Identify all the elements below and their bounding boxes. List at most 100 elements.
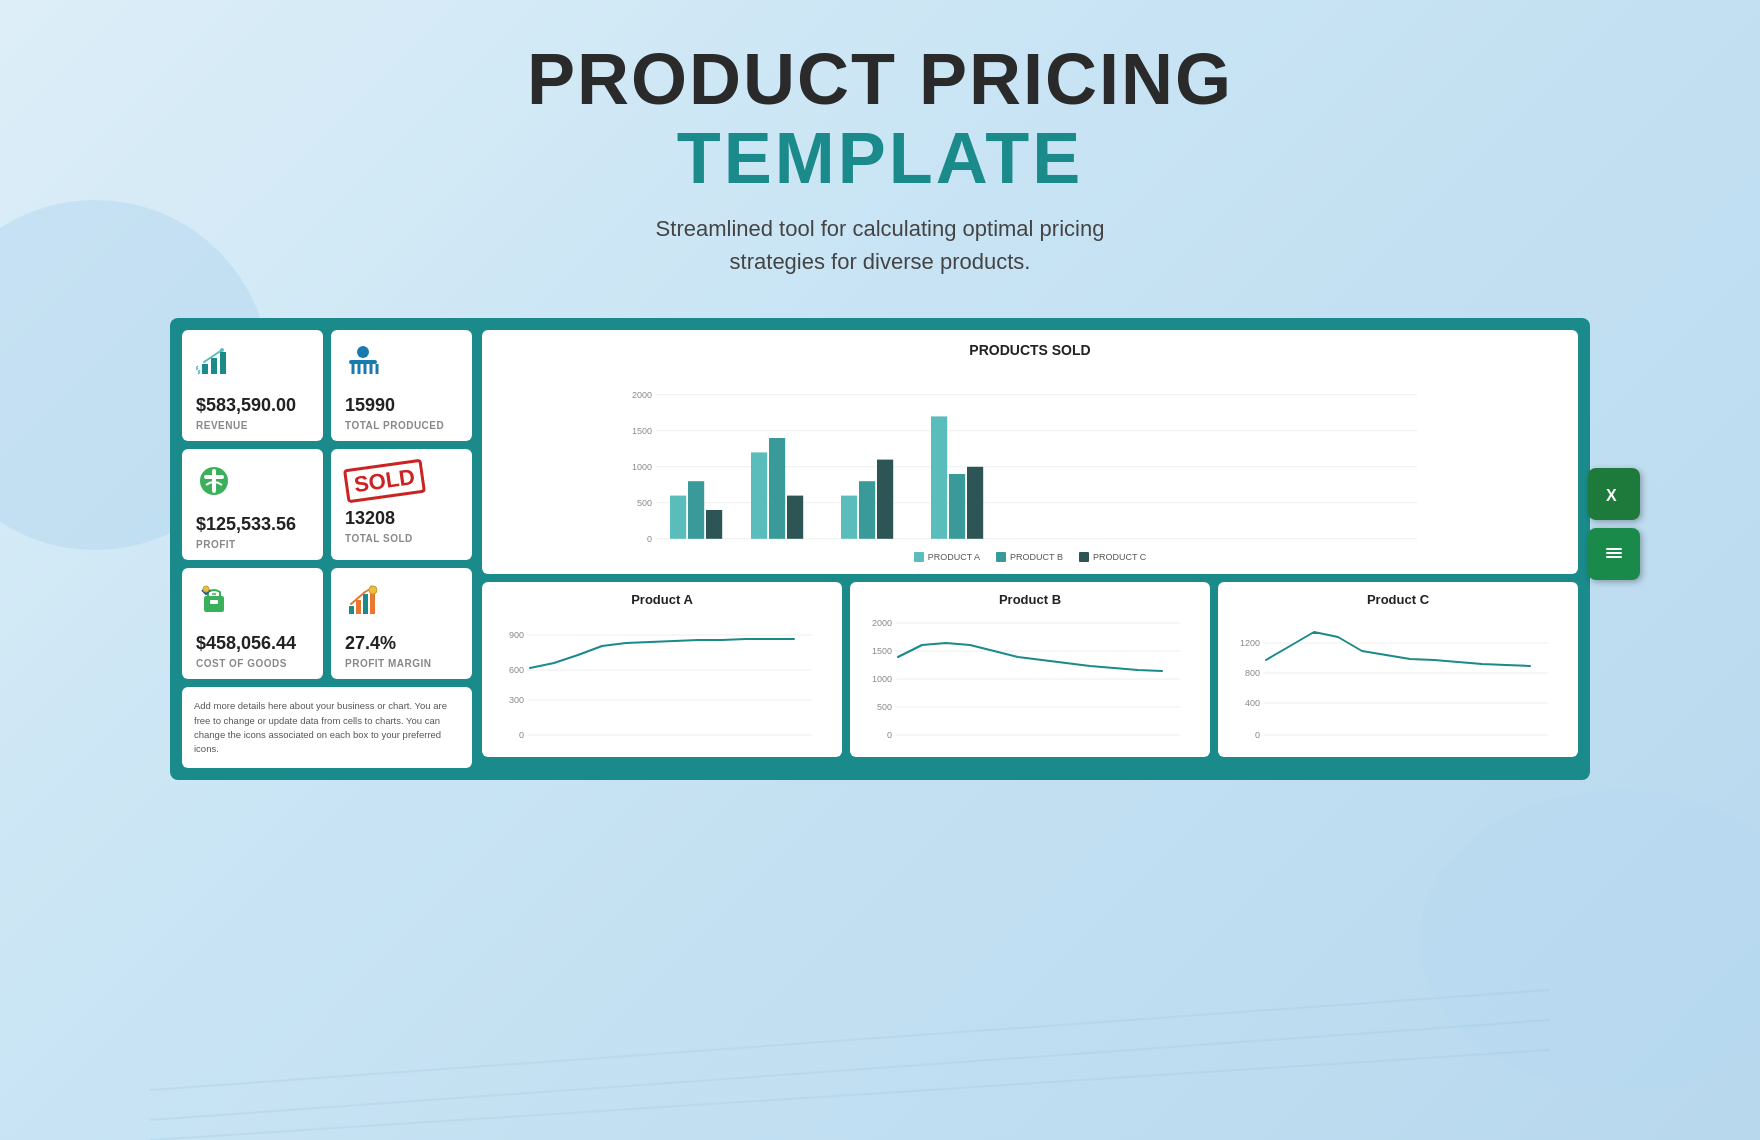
title-section: PRODUCT PRICING TEMPLATE Streamlined too… — [527, 40, 1233, 278]
svg-text:2000: 2000 — [632, 390, 652, 400]
small-charts-row: Product A 0 300 600 900 — [482, 582, 1578, 757]
svg-text:Aug: Aug — [695, 742, 710, 743]
svg-text:Dec: Dec — [791, 742, 806, 744]
sheets-icon[interactable] — [1588, 528, 1640, 580]
svg-rect-16 — [204, 475, 224, 479]
svg-text:Apr: Apr — [1335, 742, 1349, 743]
svg-rect-44 — [877, 460, 893, 539]
profit-margin-card: 27.4% PROFIT MARGIN — [331, 568, 472, 679]
profit-margin-value: 27.4% — [345, 633, 462, 654]
svg-text:Sep: Sep — [1455, 742, 1470, 743]
svg-text:2000: 2000 — [872, 618, 892, 628]
svg-text:Apr: Apr — [599, 742, 613, 743]
svg-line-1 — [150, 1020, 1550, 1120]
svg-text:Oct: Oct — [1111, 743, 1124, 744]
profit-margin-icon — [345, 582, 462, 625]
svg-text:X: X — [1606, 487, 1617, 504]
kpi-row-1: $583,590.00 REVENUE — [182, 330, 472, 441]
svg-text:0: 0 — [647, 534, 652, 544]
revenue-icon — [196, 344, 313, 387]
product-b-chart-card: Product B 0 500 1000 1500 2000 — [850, 582, 1210, 757]
svg-rect-46 — [949, 474, 965, 539]
svg-rect-3 — [202, 364, 208, 374]
profit-icon — [196, 463, 313, 506]
svg-text:Feb: Feb — [919, 742, 933, 743]
svg-rect-18 — [210, 600, 218, 604]
svg-rect-8 — [349, 360, 377, 364]
svg-text:Dec: Dec — [1527, 742, 1542, 744]
svg-rect-5 — [220, 352, 226, 374]
cost-of-goods-icon — [196, 582, 313, 625]
svg-text:Oct: Oct — [743, 743, 756, 744]
products-sold-title: PRODUCTS SOLD — [498, 342, 1562, 358]
product-c-title: Product C — [1230, 592, 1566, 607]
notes-card: Add more details here about your busines… — [182, 687, 472, 768]
svg-text:Jun: Jun — [647, 742, 660, 743]
svg-text:Oct: Oct — [1410, 546, 1425, 547]
svg-text:Feb: Feb — [1287, 742, 1301, 743]
total-sold-value: 13208 — [345, 508, 462, 529]
cost-of-goods-card: $458,056.44 COST OF GOODS — [182, 568, 323, 679]
svg-rect-41 — [787, 496, 803, 539]
svg-point-25 — [369, 586, 377, 594]
svg-rect-36 — [670, 496, 686, 539]
kpi-row-2: $125,533.56 PROFIT SOLD 13208 TOTAL SOLD — [182, 449, 472, 560]
revenue-label: REVENUE — [196, 420, 313, 431]
subtitle: Streamlined tool for calculating optimal… — [527, 212, 1233, 278]
notes-text: Add more details here about your busines… — [194, 699, 460, 756]
svg-text:1500: 1500 — [632, 426, 652, 436]
svg-text:Mar: Mar — [943, 742, 958, 744]
svg-text:0: 0 — [1255, 730, 1260, 740]
svg-text:May: May — [991, 741, 1007, 743]
bar-chart-svg: 0 500 1000 1500 2000 — [498, 366, 1562, 546]
product-a-title: Product A — [494, 592, 830, 607]
profit-value: $125,533.56 — [196, 514, 313, 535]
svg-rect-43 — [859, 482, 875, 540]
svg-text:Aug: Aug — [1431, 742, 1446, 743]
svg-point-6 — [220, 348, 224, 352]
profit-card: $125,533.56 PROFIT — [182, 449, 323, 560]
svg-text:1000: 1000 — [632, 462, 652, 472]
svg-rect-4 — [211, 358, 217, 374]
svg-rect-42 — [841, 496, 857, 539]
total-sold-label: TOTAL SOLD — [345, 533, 462, 544]
total-produced-icon — [345, 344, 462, 387]
svg-point-19 — [203, 586, 209, 592]
svg-text:Sep: Sep — [1087, 742, 1102, 743]
svg-text:600: 600 — [509, 665, 524, 675]
total-produced-label: TOTAL PRODUCED — [345, 420, 462, 431]
svg-text:Nov: Nov — [1503, 742, 1518, 744]
excel-icon[interactable]: X — [1588, 468, 1640, 520]
svg-text:400: 400 — [1245, 698, 1260, 708]
chart-legend: PRODUCT A PRODUCT B PRODUCT C — [498, 552, 1562, 562]
cost-of-goods-value: $458,056.44 — [196, 633, 313, 654]
svg-text:Jan: Jan — [527, 742, 540, 743]
svg-text:Jun: Jun — [1140, 546, 1155, 547]
revenue-value: $583,590.00 — [196, 395, 313, 416]
excel-icons: X — [1588, 468, 1640, 580]
svg-text:May: May — [1359, 741, 1375, 743]
legend-product-a: PRODUCT A — [914, 552, 980, 562]
svg-text:Jan: Jan — [895, 742, 908, 743]
sold-stamp-icon: SOLD — [345, 463, 462, 500]
bar-chart-area: 0 500 1000 1500 2000 — [498, 366, 1562, 546]
profit-label: PROFIT — [196, 539, 313, 550]
product-b-svg: 0 500 1000 1500 2000 Jan — [862, 613, 1198, 743]
product-a-chart-card: Product A 0 300 600 900 — [482, 582, 842, 757]
left-panel: $583,590.00 REVENUE — [182, 330, 472, 768]
svg-rect-39 — [751, 453, 767, 539]
svg-text:May: May — [1048, 546, 1066, 547]
svg-text:Apr: Apr — [967, 742, 981, 743]
svg-rect-21 — [356, 600, 361, 614]
svg-text:Jun: Jun — [1015, 742, 1028, 743]
cost-of-goods-label: COST OF GOODS — [196, 658, 313, 669]
svg-rect-37 — [688, 482, 704, 540]
svg-line-2 — [150, 1050, 1550, 1140]
svg-text:1500: 1500 — [872, 646, 892, 656]
kpi-row-3: $458,056.44 COST OF GOODS — [182, 568, 472, 679]
svg-text:Apr: Apr — [949, 546, 963, 547]
svg-text:Sep: Sep — [1355, 546, 1371, 547]
total-produced-value: 15990 — [345, 395, 462, 416]
legend-product-b: PRODUCT B — [996, 552, 1063, 562]
svg-rect-22 — [363, 594, 368, 614]
